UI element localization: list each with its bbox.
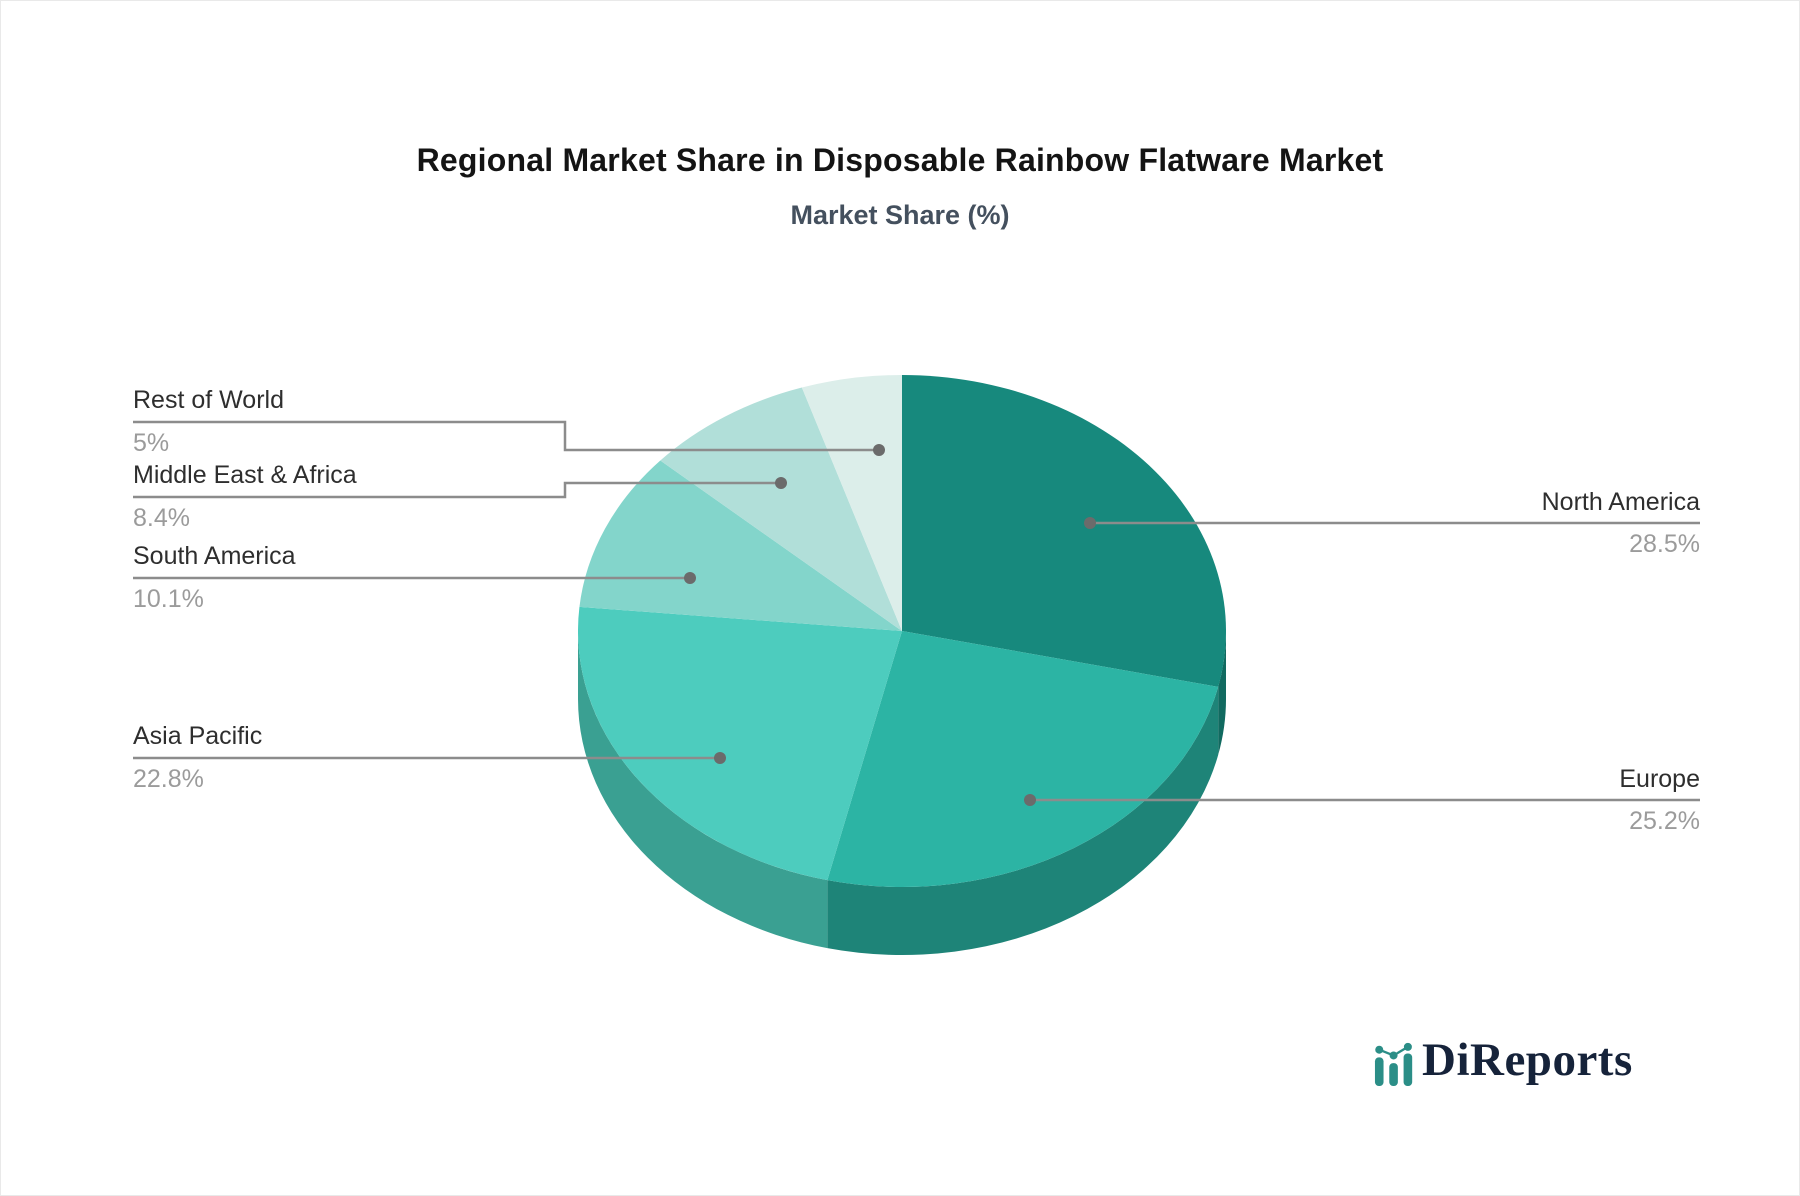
value-middle-east-africa: 8.4% [133,504,190,532]
direports-logo: DiReports [1374,1036,1633,1088]
leader-dot-south-america [684,572,696,584]
value-north-america: 28.5% [1629,530,1700,558]
bar-line-chart-icon [1374,1042,1413,1086]
value-europe: 25.2% [1629,807,1700,835]
chart-canvas: Regional Market Share in Disposable Rain… [0,0,1800,1196]
value-south-america: 10.1% [133,585,204,613]
direports-logo-text: DiReports [1422,1034,1633,1086]
label-asia-pacific: Asia Pacific [133,722,263,750]
label-north-america: North America [1541,488,1700,516]
leader-dot-europe [1024,794,1036,806]
pie-chart [133,375,1700,955]
leader-dot-north-america [1084,517,1096,529]
label-rest-of-world: Rest of World [133,386,284,414]
leader-dot-rest-of-world [873,444,885,456]
label-south-america: South America [133,542,296,570]
leader-dot-asia-pacific [714,752,726,764]
value-asia-pacific: 22.8% [133,765,204,793]
label-middle-east-africa: Middle East & Africa [133,461,357,489]
value-rest-of-world: 5% [133,429,170,457]
label-europe: Europe [1619,765,1700,793]
leader-dot-middle-east-africa [775,477,787,489]
